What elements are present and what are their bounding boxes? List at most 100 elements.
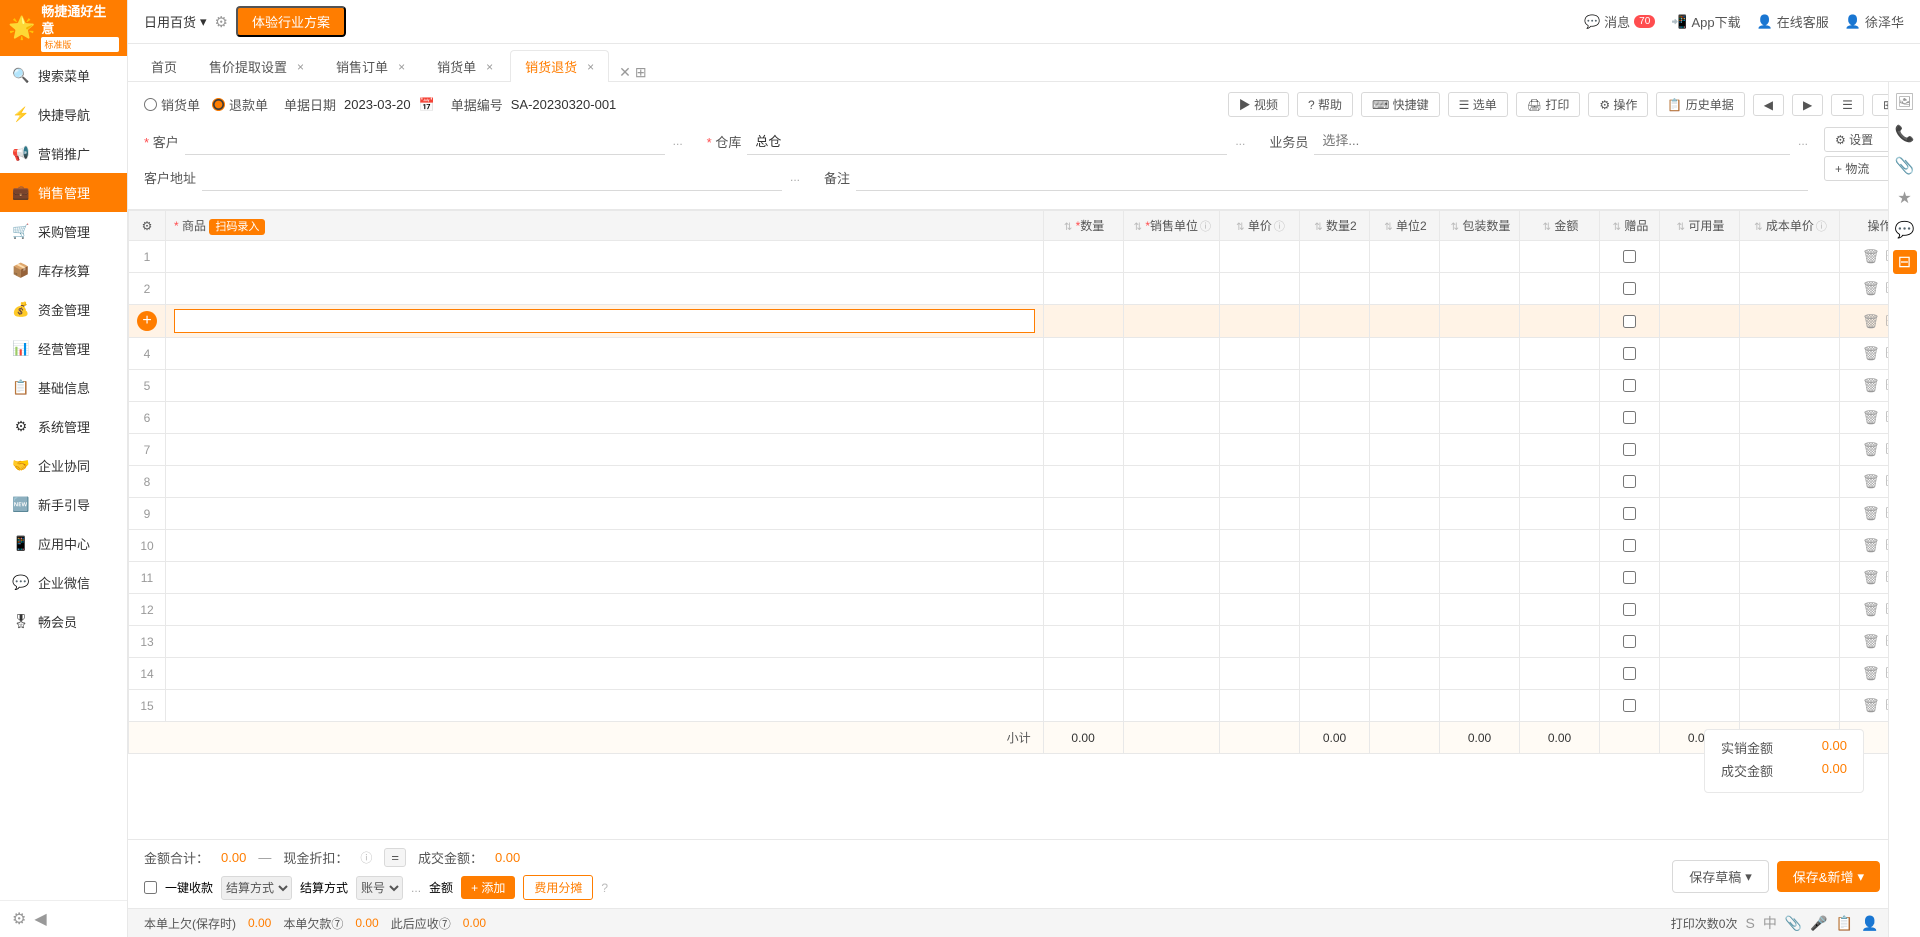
sort-icon[interactable]: ⇅ (1543, 222, 1551, 233)
trial-btn[interactable]: 体验行业方案 (236, 6, 346, 37)
user-profile[interactable]: 👤 徐泽华 (1845, 12, 1904, 31)
gift-cell[interactable] (1600, 273, 1660, 305)
sidebar-settings-btn[interactable]: ⚙ (12, 909, 26, 929)
unit-cell[interactable] (1123, 241, 1219, 273)
price-cell[interactable] (1220, 273, 1300, 305)
gift-checkbox[interactable] (1623, 315, 1636, 328)
unit-info-icon[interactable]: ⓘ (1200, 221, 1211, 233)
delete-row-icon[interactable]: 🗑 (1862, 409, 1880, 426)
qty2-cell[interactable] (1300, 241, 1370, 273)
delete-row-icon[interactable]: 🗑 (1862, 441, 1880, 458)
sort-icon[interactable]: ⇅ (1754, 222, 1762, 233)
delete-row-icon[interactable]: 🗑 (1862, 697, 1880, 714)
price-info-icon[interactable]: ⓘ (1274, 221, 1285, 233)
gift-checkbox[interactable] (1623, 539, 1636, 552)
th-settings[interactable]: ⚙ (129, 211, 166, 241)
price-cell[interactable] (1220, 241, 1300, 273)
unit2-cell[interactable] (1370, 241, 1440, 273)
cost-info-icon[interactable]: ⓘ (1816, 221, 1827, 233)
status-icon-3[interactable]: 📎 (1785, 915, 1802, 932)
maximize-window-icon[interactable]: ⊞ (635, 64, 647, 81)
history-btn[interactable]: 📋 历史单据 (1656, 92, 1744, 117)
topbar-gear-icon[interactable]: ⚙ (215, 13, 228, 31)
amount-cell[interactable] (1520, 273, 1600, 305)
sort-icon[interactable]: ⇅ (1314, 222, 1322, 233)
messages-btn[interactable]: 💬 消息 70 (1584, 12, 1655, 31)
help-btn[interactable]: ? 帮助 (1297, 92, 1353, 117)
salesperson-ellipsis-btn[interactable]: ... (1798, 134, 1808, 148)
panel-icon-chat[interactable]: 💬 (1893, 218, 1917, 242)
one-click-checkbox[interactable] (144, 881, 157, 894)
sort-icon[interactable]: ⇅ (1384, 222, 1392, 233)
gift-checkbox[interactable] (1623, 282, 1636, 295)
unit-cell[interactable] (1123, 305, 1219, 338)
select-btn[interactable]: ☰ 选单 (1448, 92, 1508, 117)
remark-input[interactable] (856, 163, 1808, 191)
salesperson-input[interactable] (1314, 127, 1790, 155)
discount-info-icon[interactable]: ⓘ (360, 849, 372, 866)
sidebar-item-operations[interactable]: 📊 经营管理 (0, 329, 127, 368)
close-window-icon[interactable]: ✕ (619, 64, 631, 81)
gift-checkbox[interactable] (1623, 250, 1636, 263)
radio-sales-return[interactable]: 退款单 (212, 95, 268, 114)
status-icon-5[interactable]: 📋 (1836, 915, 1853, 932)
address-ellipsis-btn[interactable]: ... (790, 170, 800, 184)
unit2-cell[interactable] (1370, 305, 1440, 338)
price-cell[interactable] (1220, 305, 1300, 338)
sidebar-item-quicknav[interactable]: ⚡ 快捷导航 (0, 95, 127, 134)
sidebar-item-inventory[interactable]: 📦 库存核算 (0, 251, 127, 290)
qty-cell[interactable] (1043, 273, 1123, 305)
pkg-cell[interactable] (1440, 241, 1520, 273)
operation-btn[interactable]: ⚙ 操作 (1588, 92, 1648, 117)
panel-icon-attachment[interactable]: 📎 (1893, 154, 1917, 178)
pkg-cell[interactable] (1440, 305, 1520, 338)
delete-row-icon[interactable]: 🗑 (1862, 601, 1880, 618)
panel-icon-star[interactable]: ★ (1893, 186, 1917, 210)
tab-home[interactable]: 首页 (136, 50, 192, 82)
app-download-btn[interactable]: 📲 App下载 (1671, 12, 1740, 31)
sort-icon[interactable]: ⇅ (1064, 222, 1072, 233)
sort-icon[interactable]: ⇅ (1451, 222, 1459, 233)
gift-checkbox[interactable] (1623, 603, 1636, 616)
tab-sales-delivery[interactable]: 销货单 × (422, 50, 508, 82)
product-cell-active[interactable] (166, 305, 1044, 338)
sidebar-item-guide[interactable]: 🆕 新手引导 (0, 485, 127, 524)
delete-row-icon[interactable]: 🗑 (1862, 313, 1880, 330)
sidebar-item-marketing[interactable]: 📢 营销推广 (0, 134, 127, 173)
calc-method-select[interactable]: 结算方式 (221, 876, 292, 900)
cost-cell[interactable] (1740, 305, 1840, 338)
shortcuts-btn[interactable]: ⌨ 快捷键 (1361, 92, 1440, 117)
status-icon-6[interactable]: 👤 (1861, 915, 1878, 932)
address-input[interactable] (202, 163, 782, 191)
sidebar-item-apps[interactable]: 📱 应用中心 (0, 524, 127, 563)
sidebar-item-wechat[interactable]: 💬 企业微信 (0, 563, 127, 602)
gift-checkbox[interactable] (1623, 443, 1636, 456)
delete-row-icon[interactable]: 🗑 (1862, 248, 1880, 265)
gift-checkbox[interactable] (1623, 699, 1636, 712)
qty-cell[interactable] (1043, 241, 1123, 273)
panel-icon-qr[interactable]: ⊟ (1893, 250, 1917, 274)
amount-cell[interactable] (1520, 305, 1600, 338)
avail-cell[interactable] (1660, 241, 1740, 273)
gift-checkbox[interactable] (1623, 411, 1636, 424)
delete-row-icon[interactable]: 🗑 (1862, 473, 1880, 490)
sidebar-collapse-btn[interactable]: ◀ (34, 909, 46, 929)
cost-cell[interactable] (1740, 241, 1840, 273)
status-icon-1[interactable]: S (1745, 915, 1754, 931)
fee-help-icon[interactable]: ? (601, 881, 608, 895)
radio-sales-delivery[interactable]: 销货单 (144, 95, 200, 114)
list-view-btn[interactable]: ☰ (1831, 94, 1864, 116)
unit-cell[interactable] (1123, 273, 1219, 305)
sidebar-item-finance[interactable]: 💰 资金管理 (0, 290, 127, 329)
delete-row-icon[interactable]: 🗑 (1862, 345, 1880, 362)
status-icon-4[interactable]: 🎤 (1810, 915, 1827, 932)
scan-btn[interactable]: 扫码录入 (209, 219, 265, 235)
customer-input[interactable] (185, 127, 665, 155)
prev-btn[interactable]: ◀ (1753, 94, 1784, 116)
sidebar-item-enterprise[interactable]: 🤝 企业协同 (0, 446, 127, 485)
warehouse-ellipsis-btn[interactable]: ... (1235, 134, 1245, 148)
print-btn[interactable]: 🖨 打印 (1516, 92, 1581, 117)
unit2-cell[interactable] (1370, 273, 1440, 305)
calendar-icon[interactable]: 📅 (419, 97, 435, 113)
avail-cell[interactable] (1660, 273, 1740, 305)
